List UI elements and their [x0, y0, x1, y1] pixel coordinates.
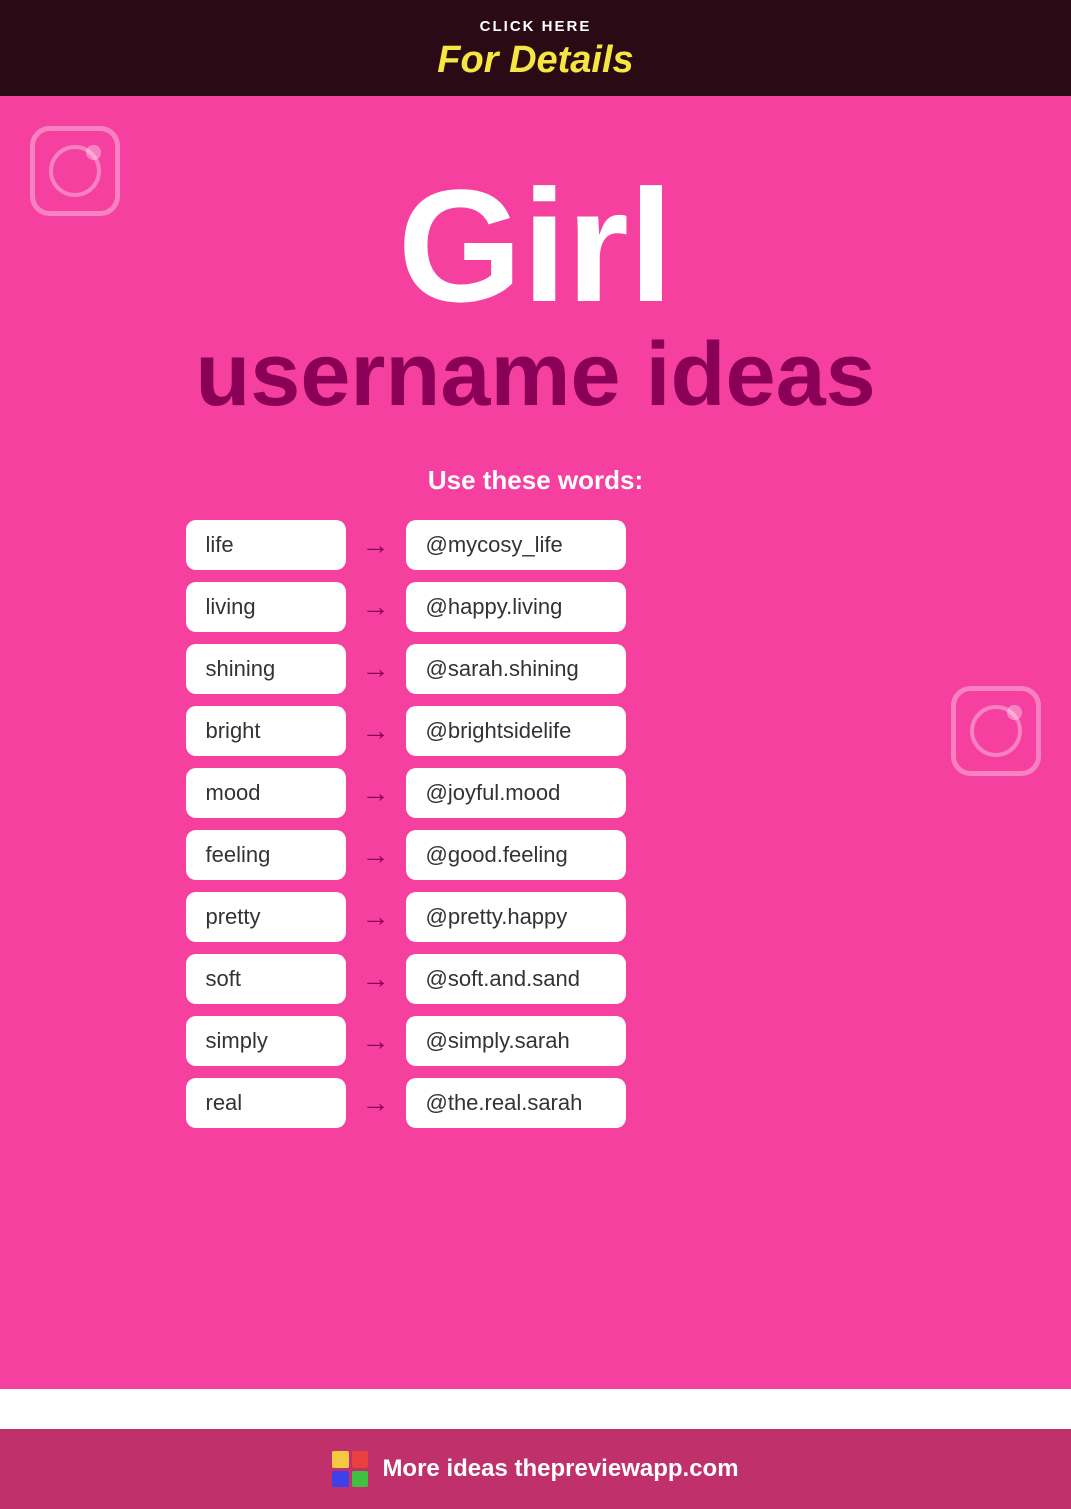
click-here-label: CLICK HERE — [20, 18, 1051, 35]
word-row: simply → @simply.sarah — [186, 1016, 886, 1066]
username-label: @sarah.shining — [406, 644, 626, 694]
arrow-icon: → — [362, 901, 390, 933]
word-label: bright — [186, 706, 346, 756]
preview-app-icon — [332, 1451, 368, 1487]
top-banner[interactable]: CLICK HERE For Details — [0, 0, 1071, 96]
arrow-icon: → — [362, 1025, 390, 1057]
word-row: pretty → @pretty.happy — [186, 892, 886, 942]
instagram-icon-bottomright — [951, 686, 1041, 776]
username-label: @brightsidelife — [406, 706, 626, 756]
instagram-icon-topleft — [30, 126, 120, 216]
word-label: life — [186, 520, 346, 570]
main-content: Girl username ideas Use these words: lif… — [0, 96, 1071, 1389]
word-label: shining — [186, 644, 346, 694]
for-details-label: For Details — [437, 39, 633, 81]
username-label: @soft.and.sand — [406, 954, 626, 1004]
username-label: @joyful.mood — [406, 768, 626, 818]
arrow-icon: → — [362, 591, 390, 623]
username-label: @happy.living — [406, 582, 626, 632]
word-label: real — [186, 1078, 346, 1128]
word-row: shining → @sarah.shining — [186, 644, 886, 694]
username-label: @the.real.sarah — [406, 1078, 626, 1128]
arrow-icon: → — [362, 839, 390, 871]
word-label: feeling — [186, 830, 346, 880]
username-label: @pretty.happy — [406, 892, 626, 942]
username-label: @good.feeling — [406, 830, 626, 880]
arrow-icon: → — [362, 529, 390, 561]
arrow-icon: → — [362, 963, 390, 995]
word-label: living — [186, 582, 346, 632]
arrow-icon: → — [362, 653, 390, 685]
arrow-icon: → — [362, 777, 390, 809]
word-row: life → @mycosy_life — [186, 520, 886, 570]
footer: More ideas thepreviewapp.com — [0, 1429, 1071, 1509]
title-username-ideas: username ideas — [195, 326, 875, 425]
use-these-words-label: Use these words: — [428, 465, 643, 496]
username-label: @mycosy_life — [406, 520, 626, 570]
footer-text: More ideas thepreviewapp.com — [382, 1455, 738, 1483]
word-row: real → @the.real.sarah — [186, 1078, 886, 1128]
word-row: soft → @soft.and.sand — [186, 954, 886, 1004]
words-table: life → @mycosy_lifeliving → @happy.living shi… — [186, 520, 886, 1128]
word-row: living → @happy.living — [186, 582, 886, 632]
word-label: pretty — [186, 892, 346, 942]
word-row: feeling → @good.feeling — [186, 830, 886, 880]
title-girl: Girl — [398, 166, 674, 326]
word-row: bright → @brightsidelife — [186, 706, 886, 756]
username-label: @simply.sarah — [406, 1016, 626, 1066]
word-label: simply — [186, 1016, 346, 1066]
word-label: mood — [186, 768, 346, 818]
word-label: soft — [186, 954, 346, 1004]
arrow-icon: → — [362, 715, 390, 747]
arrow-icon: → — [362, 1087, 390, 1119]
word-row: mood → @joyful.mood — [186, 768, 886, 818]
